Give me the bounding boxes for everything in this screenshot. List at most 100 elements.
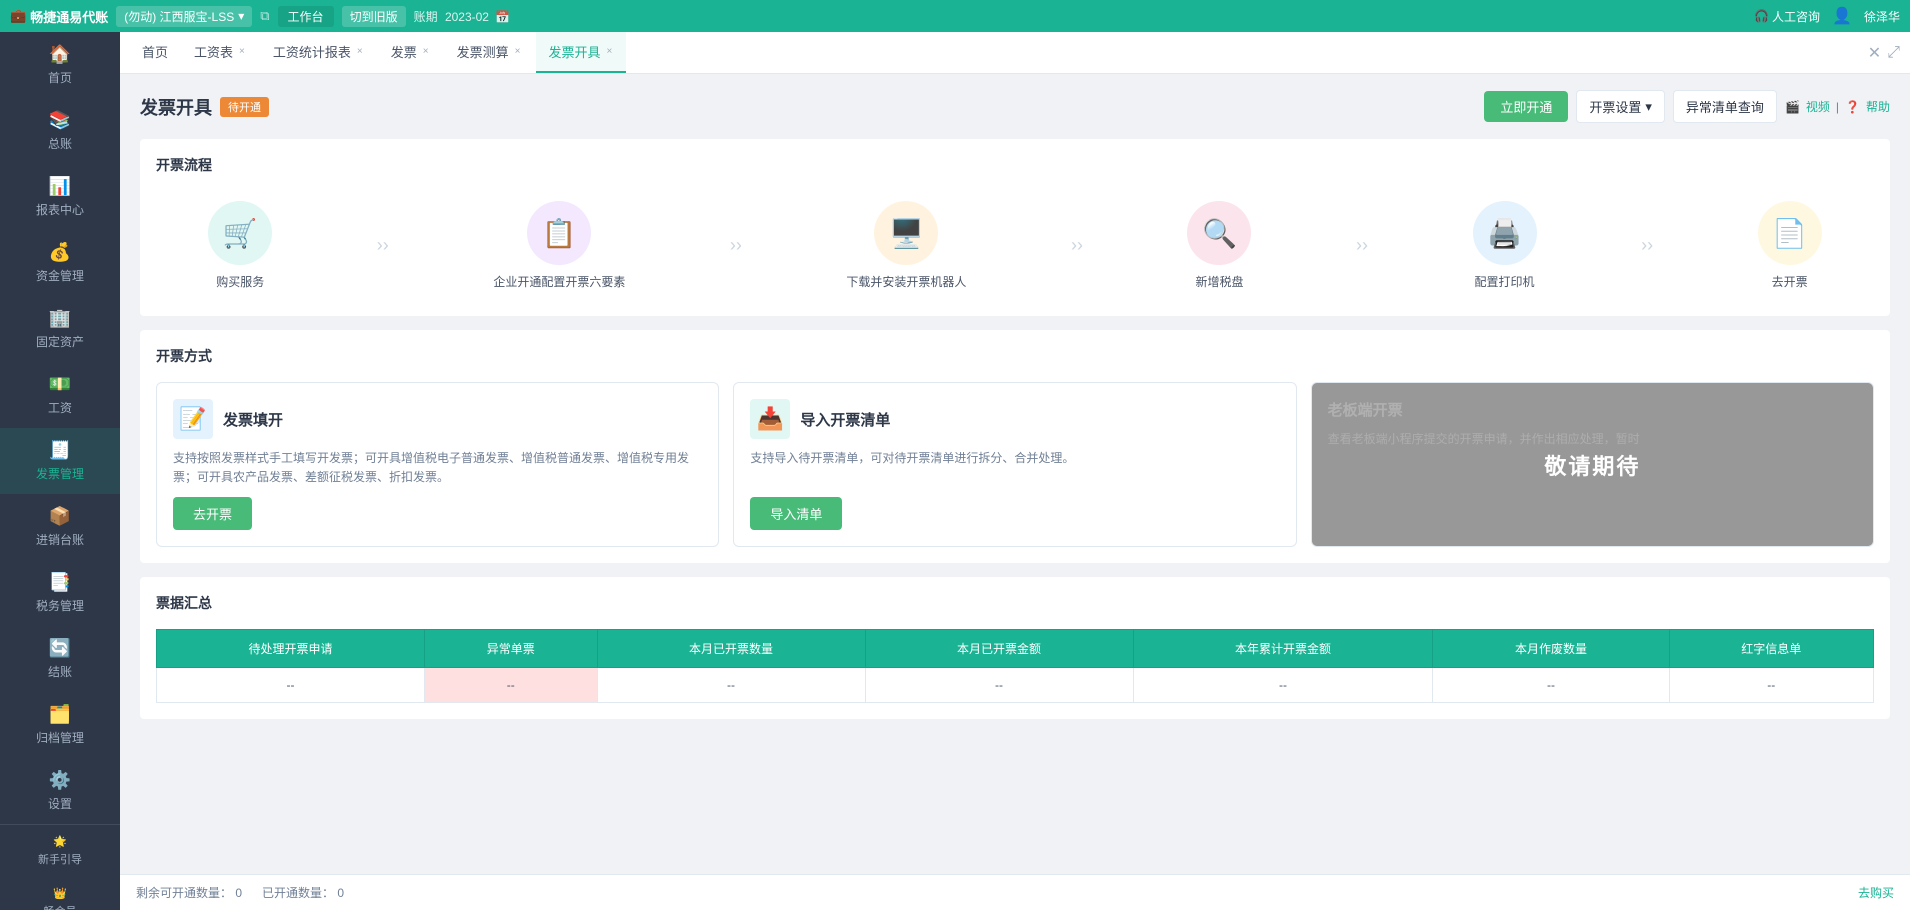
- tab-invoice-open[interactable]: 发票开具 ×: [536, 32, 626, 73]
- tab-invoice[interactable]: 发票 ×: [379, 32, 443, 73]
- method-section-title: 开票方式: [156, 346, 1874, 366]
- close-icon[interactable]: ×: [355, 44, 365, 59]
- coming-soon-text: 敬请期待: [1544, 449, 1640, 481]
- close-icon[interactable]: ×: [513, 44, 523, 59]
- flow-step-label: 配置打印机: [1475, 273, 1535, 290]
- reports-icon: 📊: [49, 176, 71, 197]
- sidebar-item-assets[interactable]: 🏢 固定资产: [0, 296, 120, 362]
- method-section: 开票方式 📝 发票填开 支持按照发票样式手工填写开发票；可开具增值税电子普通发票…: [140, 330, 1890, 563]
- close-tab-button[interactable]: ✕: [1868, 43, 1881, 63]
- top-bar-left: 💼 畅捷通易代账 (勿动) 江西服宝-LSS ▾ ⧉ 工作台 切到旧版 账期 2…: [10, 6, 510, 27]
- sidebar-item-member[interactable]: 👑 畅会员: [0, 877, 120, 910]
- sidebar-item-settlement[interactable]: 🔄 结账: [0, 626, 120, 692]
- company-selector[interactable]: (勿动) 江西服宝-LSS ▾: [116, 6, 252, 27]
- tab-payroll-report[interactable]: 工资统计报表 ×: [261, 32, 377, 73]
- opened-value: 0: [337, 886, 344, 900]
- open-settings-button[interactable]: 开票设置 ▾: [1576, 90, 1665, 123]
- sidebar-item-home[interactable]: 🏠 首页: [0, 32, 120, 98]
- tab-invoice-calc[interactable]: 发票测算 ×: [445, 32, 535, 73]
- restore-tab-button[interactable]: ⤢: [1887, 44, 1900, 62]
- tab-payroll[interactable]: 工资表 ×: [182, 32, 259, 73]
- tab-label: 首页: [142, 42, 168, 61]
- consult-label[interactable]: 🎧 人工咨询: [1754, 8, 1820, 25]
- bottom-left: 剩余可开通数量： 0 已开通数量： 0: [136, 884, 344, 901]
- go-purchase-link[interactable]: 去购买: [1858, 884, 1894, 901]
- purchase-sale-icon: 📦: [49, 506, 71, 527]
- sidebar-item-label: 归档管理: [36, 729, 84, 746]
- tab-bar: 首页 工资表 × 工资统计报表 × 发票 × 发票测算 ×: [120, 32, 1910, 74]
- cell-red-info: --: [1669, 668, 1873, 703]
- flow-arrow-1: ››: [377, 235, 389, 256]
- flow-step-label: 新增税盘: [1195, 273, 1243, 290]
- tab-home[interactable]: 首页: [130, 32, 180, 73]
- main-layout: 🏠 首页 📚 总账 📊 报表中心 💰 资金管理 🏢 固定资产 💵 工资 🧾 发票…: [0, 32, 1910, 910]
- flow-arrow-3: ››: [1071, 235, 1083, 256]
- sidebar-item-reports[interactable]: 📊 报表中心: [0, 164, 120, 230]
- close-icon[interactable]: ×: [237, 44, 247, 59]
- summary-section: 票据汇总 待处理开票申请 异常单票 本月已开票数量 本月已开票金额 本年累计开票…: [140, 577, 1890, 719]
- sidebar-item-invoice-mgmt[interactable]: 🧾 发票管理: [0, 428, 120, 494]
- col-red-info: 红字信息单: [1669, 630, 1873, 668]
- method-action: 去开票: [173, 497, 702, 530]
- tax-icon: 📑: [49, 572, 71, 593]
- sidebar-item-payroll[interactable]: 💵 工资: [0, 362, 120, 428]
- sidebar-item-label: 结账: [48, 663, 72, 680]
- view-label[interactable]: 视频: [1806, 98, 1830, 115]
- go-open-ticket-button[interactable]: 去开票: [173, 497, 252, 530]
- sidebar-item-label: 资金管理: [36, 267, 84, 284]
- cell-month-count: --: [597, 668, 865, 703]
- method-desc: 支持导入待开票清单，可对待开票清单进行拆分、合并处理。: [750, 449, 1279, 468]
- sidebar-item-tax[interactable]: 📑 税务管理: [0, 560, 120, 626]
- guide-icon: 🌟: [53, 835, 67, 848]
- user-avatar: 👤: [1832, 6, 1852, 26]
- sidebar-item-settings[interactable]: ⚙️ 设置: [0, 758, 120, 824]
- help-icon: ❓: [1845, 100, 1860, 114]
- immediate-open-button[interactable]: 立即开通: [1484, 91, 1568, 122]
- config-printer-icon: 🖨️: [1473, 201, 1537, 265]
- chevron-down-icon: ▾: [238, 9, 244, 23]
- close-icon[interactable]: ×: [421, 44, 431, 59]
- remaining-label: 剩余可开通数量： 0: [136, 884, 242, 901]
- funds-icon: 💰: [49, 242, 71, 263]
- flow-step-enterprise-config[interactable]: 📋 企业开通配置开票六要素: [493, 201, 625, 290]
- cell-pending: --: [157, 668, 425, 703]
- bottom-bar: 剩余可开通数量： 0 已开通数量： 0 去购买: [120, 874, 1910, 910]
- sidebar-item-funds[interactable]: 💰 资金管理: [0, 230, 120, 296]
- flow-step-buy-service[interactable]: 🛒 购买服务: [208, 201, 272, 290]
- flow-step-open-ticket[interactable]: 📄 去开票: [1758, 201, 1822, 290]
- calendar-icon: 📅: [495, 10, 510, 24]
- import-list-icon: 📥: [750, 399, 790, 439]
- add-taxdisk-icon: 🔍: [1187, 201, 1251, 265]
- sidebar-item-new-user-guide[interactable]: 🌟 新手引导: [0, 825, 120, 877]
- col-month-amount: 本月已开票金额: [865, 630, 1133, 668]
- abnormal-query-button[interactable]: 异常清单查询: [1673, 90, 1777, 123]
- buy-service-icon: 🛒: [208, 201, 272, 265]
- sidebar-item-label: 报表中心: [36, 201, 84, 218]
- flow-section: 开票流程 🛒 购买服务 ›› 📋 企业开通配置开票六要素 ›› 🖥️ 下载并: [140, 139, 1890, 316]
- open-ticket-icon: 📄: [1758, 201, 1822, 265]
- flow-step-config-printer[interactable]: 🖨️ 配置打印机: [1473, 201, 1537, 290]
- flow-step-label: 企业开通配置开票六要素: [493, 273, 625, 290]
- sidebar-item-archive[interactable]: 🗂️ 归档管理: [0, 692, 120, 758]
- flow-step-add-taxdisk[interactable]: 🔍 新增税盘: [1187, 201, 1251, 290]
- col-void-count: 本月作废数量: [1433, 630, 1669, 668]
- workspace-button[interactable]: 工作台: [278, 6, 334, 27]
- flow-step-download-robot[interactable]: 🖥️ 下载并安装开票机器人: [846, 201, 966, 290]
- sidebar-item-purchase-sale[interactable]: 📦 进销台账: [0, 494, 120, 560]
- logo-icon: 💼: [10, 8, 26, 24]
- page-content: 发票开具 待开通 立即开通 开票设置 ▾ 异常清单查询 🎬 视频 | ❓: [120, 74, 1910, 874]
- settlement-icon: 🔄: [49, 638, 71, 659]
- summary-section-title: 票据汇总: [156, 593, 1874, 613]
- sidebar-item-ledger[interactable]: 📚 总账: [0, 98, 120, 164]
- help-label[interactable]: 帮助: [1866, 98, 1890, 115]
- sidebar-item-label: 总账: [48, 135, 72, 152]
- coming-soon-overlay: 敬请期待: [1312, 383, 1873, 546]
- import-list-button[interactable]: 导入清单: [750, 497, 842, 530]
- method-action: 导入清单: [750, 497, 1279, 530]
- method-header: 📝 发票填开: [173, 399, 702, 439]
- manual-fill-icon: 📝: [173, 399, 213, 439]
- old-version-button[interactable]: 切到旧版: [342, 6, 406, 27]
- method-card-manual-fill: 📝 发票填开 支持按照发票样式手工填写开发票；可开具增值税电子普通发票、增值税普…: [156, 382, 719, 547]
- close-icon[interactable]: ×: [604, 44, 614, 59]
- page-header: 发票开具 待开通 立即开通 开票设置 ▾ 异常清单查询 🎬 视频 | ❓: [140, 90, 1890, 123]
